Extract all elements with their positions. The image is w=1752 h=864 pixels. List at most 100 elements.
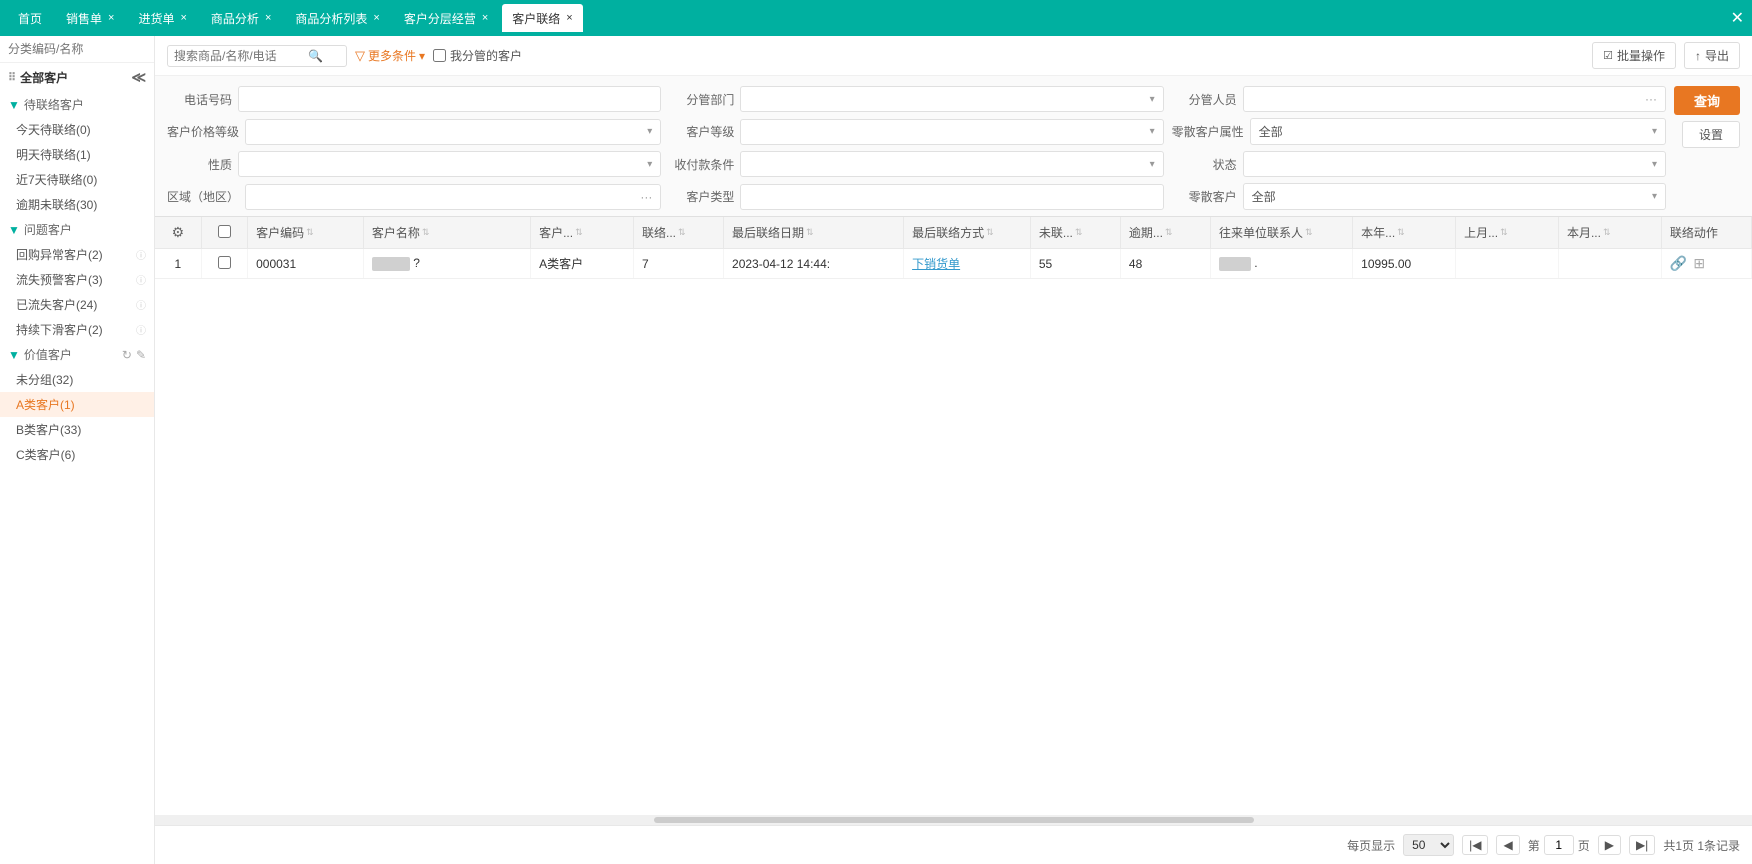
close-all-tabs[interactable]: ✕ bbox=[1731, 8, 1744, 28]
nav-sales[interactable]: 销售单 × bbox=[56, 4, 124, 32]
my-customers-filter[interactable]: 我分管的客户 bbox=[433, 47, 522, 64]
sidebar-item-ungroup[interactable]: 未分组(32) bbox=[0, 367, 154, 392]
more-filters-btn[interactable]: ▽ 更多条件 ▾ bbox=[355, 47, 425, 64]
group-pending-contact[interactable]: ▼ 待联络客户 bbox=[0, 92, 154, 117]
nav-purchase[interactable]: 进货单 × bbox=[128, 4, 196, 32]
cust-type-input[interactable] bbox=[740, 184, 1163, 210]
sidebar-item-overdue[interactable]: 逾期未联络(30) bbox=[0, 192, 154, 217]
filter-row-1: 电话号码 分管部门 ▾ 分管人员 ··· bbox=[167, 86, 1666, 112]
row-checkbox[interactable] bbox=[218, 256, 231, 269]
sidebar-item-abnormal[interactable]: 回购异常客户(2) ⓘ bbox=[0, 242, 154, 267]
retail-attr-chevron: ▾ bbox=[1652, 126, 1657, 137]
search-input[interactable] bbox=[174, 49, 304, 63]
col-name-header[interactable]: 客户名称 ⇅ bbox=[363, 217, 530, 249]
my-customers-checkbox[interactable] bbox=[433, 49, 446, 62]
refresh-icon[interactable]: ↻ bbox=[122, 348, 132, 362]
close-sales-tab[interactable]: × bbox=[108, 12, 114, 24]
nature-input[interactable]: ▾ bbox=[238, 151, 661, 177]
nav-goods-analysis[interactable]: 商品分析 × bbox=[201, 4, 281, 32]
next-page-btn[interactable]: ▶ bbox=[1598, 835, 1621, 855]
row-year-amount: 10995.00 bbox=[1353, 249, 1456, 279]
nav-home[interactable]: 首页 bbox=[8, 4, 52, 32]
col-type-header[interactable]: 客户... ⇅ bbox=[531, 217, 634, 249]
status-input[interactable]: ▾ bbox=[1243, 151, 1666, 177]
first-page-btn[interactable]: |◀ bbox=[1462, 835, 1488, 855]
row-index: 1 bbox=[155, 249, 201, 279]
customer-level-input[interactable]: ▾ bbox=[740, 119, 1163, 145]
payment-input[interactable]: ▾ bbox=[740, 151, 1163, 177]
col-pending-header[interactable]: 未联... ⇅ bbox=[1030, 217, 1120, 249]
sort-overdue-icon: ⇅ bbox=[1165, 227, 1173, 238]
price-level-input[interactable]: ▾ bbox=[245, 119, 661, 145]
payment-label: 收付款条件 bbox=[669, 156, 734, 173]
sidebar-item-tomorrow[interactable]: 明天待联络(1) bbox=[0, 142, 154, 167]
last-page-btn[interactable]: ▶| bbox=[1629, 835, 1655, 855]
sidebar-item-c-class[interactable]: C类客户(6) bbox=[0, 442, 154, 467]
help-icon-churn: ⓘ bbox=[136, 272, 146, 287]
row-pending: 55 bbox=[1030, 249, 1120, 279]
horizontal-scrollbar-thumb[interactable] bbox=[654, 817, 1254, 823]
page-number-input[interactable] bbox=[1544, 835, 1574, 855]
settings-button[interactable]: 设置 bbox=[1682, 121, 1740, 148]
col-lastmonth-header[interactable]: 上月... ⇅ bbox=[1456, 217, 1559, 249]
retail-input[interactable]: 全部 ▾ bbox=[1243, 183, 1666, 210]
col-gear[interactable]: ⚙ bbox=[155, 217, 201, 249]
sidebar-search-input[interactable] bbox=[8, 42, 155, 56]
sidebar-item-lost[interactable]: 已流失客户(24) ⓘ bbox=[0, 292, 154, 317]
edit-icon[interactable]: ✎ bbox=[136, 348, 146, 362]
col-contact-header[interactable]: 联络... ⇅ bbox=[633, 217, 723, 249]
row-method[interactable]: 下销货单 bbox=[904, 249, 1031, 279]
col-overdue-header[interactable]: 逾期... ⇅ bbox=[1120, 217, 1210, 249]
sidebar-item-week[interactable]: 近7天待联络(0) bbox=[0, 167, 154, 192]
retail-attr-input[interactable]: 全部 ▾ bbox=[1250, 118, 1666, 145]
nav-goods-list[interactable]: 商品分析列表 × bbox=[285, 4, 389, 32]
sidebar-item-churn[interactable]: 流失预警客户(3) ⓘ bbox=[0, 267, 154, 292]
close-customer-tier-tab[interactable]: × bbox=[482, 12, 488, 24]
phone-input[interactable] bbox=[238, 86, 661, 112]
manager-input[interactable]: ··· bbox=[1243, 86, 1666, 112]
close-goods-analysis-tab[interactable]: × bbox=[265, 12, 271, 24]
nav-customer-contact[interactable]: 客户联络 × bbox=[502, 4, 582, 32]
customer-name-suffix: ? bbox=[413, 256, 420, 270]
close-goods-list-tab[interactable]: × bbox=[373, 12, 379, 24]
all-customers-header[interactable]: ⠿ 全部客户 ≪ bbox=[0, 63, 154, 92]
row-overdue: 48 bbox=[1120, 249, 1210, 279]
gear-icon[interactable]: ⚙ bbox=[172, 224, 185, 240]
link-action-icon[interactable]: 🔗 bbox=[1670, 255, 1687, 272]
row-contact: 7 bbox=[633, 249, 723, 279]
group-problem-customers[interactable]: ▼ 问题客户 bbox=[0, 217, 154, 242]
filter-bar: 🔍 ▽ 更多条件 ▾ 我分管的客户 ☑ 批量操作 ↑ 导出 bbox=[155, 36, 1752, 76]
region-label: 区域（地区） bbox=[167, 188, 239, 205]
sidebar-item-b-class[interactable]: B类客户(33) bbox=[0, 417, 154, 442]
filter-row-4: 区域（地区） ··· 客户类型 零散客户 bbox=[167, 183, 1666, 210]
region-input[interactable]: ··· bbox=[245, 184, 661, 210]
method-link[interactable]: 下销货单 bbox=[912, 257, 960, 271]
select-all-checkbox[interactable] bbox=[218, 225, 231, 238]
batch-op-btn[interactable]: ☑ 批量操作 bbox=[1592, 42, 1676, 69]
col-method-header[interactable]: 最后联络方式 ⇅ bbox=[904, 217, 1031, 249]
page-size-select[interactable]: 50 100 200 bbox=[1403, 834, 1454, 856]
close-purchase-tab[interactable]: × bbox=[180, 12, 186, 24]
col-check bbox=[201, 217, 247, 249]
help-icon-abnormal: ⓘ bbox=[136, 247, 146, 262]
sidebar-item-decline[interactable]: 持续下滑客户(2) ⓘ bbox=[0, 317, 154, 342]
export-btn[interactable]: ↑ 导出 bbox=[1684, 42, 1740, 69]
nav-customer-tier[interactable]: 客户分层经营 × bbox=[394, 4, 498, 32]
col-history-header[interactable]: 往来单位联系人 ⇅ bbox=[1210, 217, 1352, 249]
col-year-header[interactable]: 本年... ⇅ bbox=[1353, 217, 1456, 249]
sidebar-item-a-class[interactable]: A类客户(1) bbox=[0, 392, 154, 417]
col-code-header[interactable]: 客户编码 ⇅ bbox=[248, 217, 364, 249]
close-customer-contact-tab[interactable]: × bbox=[566, 12, 572, 24]
sort-method-icon: ⇅ bbox=[986, 227, 994, 238]
prev-page-btn[interactable]: ◀ bbox=[1496, 835, 1519, 855]
col-thismonth-header[interactable]: 本月... ⇅ bbox=[1558, 217, 1661, 249]
query-button[interactable]: 查询 bbox=[1674, 86, 1740, 115]
search-icon[interactable]: 🔍 bbox=[308, 49, 323, 63]
col-date-header[interactable]: 最后联络日期 ⇅ bbox=[724, 217, 904, 249]
grid-action-icon[interactable]: ⊞ bbox=[1693, 255, 1705, 272]
group-value-customers[interactable]: ▼ 价值客户 ↻ ✎ bbox=[0, 342, 154, 367]
sidebar-item-today[interactable]: 今天待联络(0) bbox=[0, 117, 154, 142]
sidebar-search-container: 🔍 bbox=[0, 36, 154, 63]
sidebar-collapse-icon[interactable]: ≪ bbox=[131, 69, 146, 86]
dept-input[interactable]: ▾ bbox=[740, 86, 1163, 112]
